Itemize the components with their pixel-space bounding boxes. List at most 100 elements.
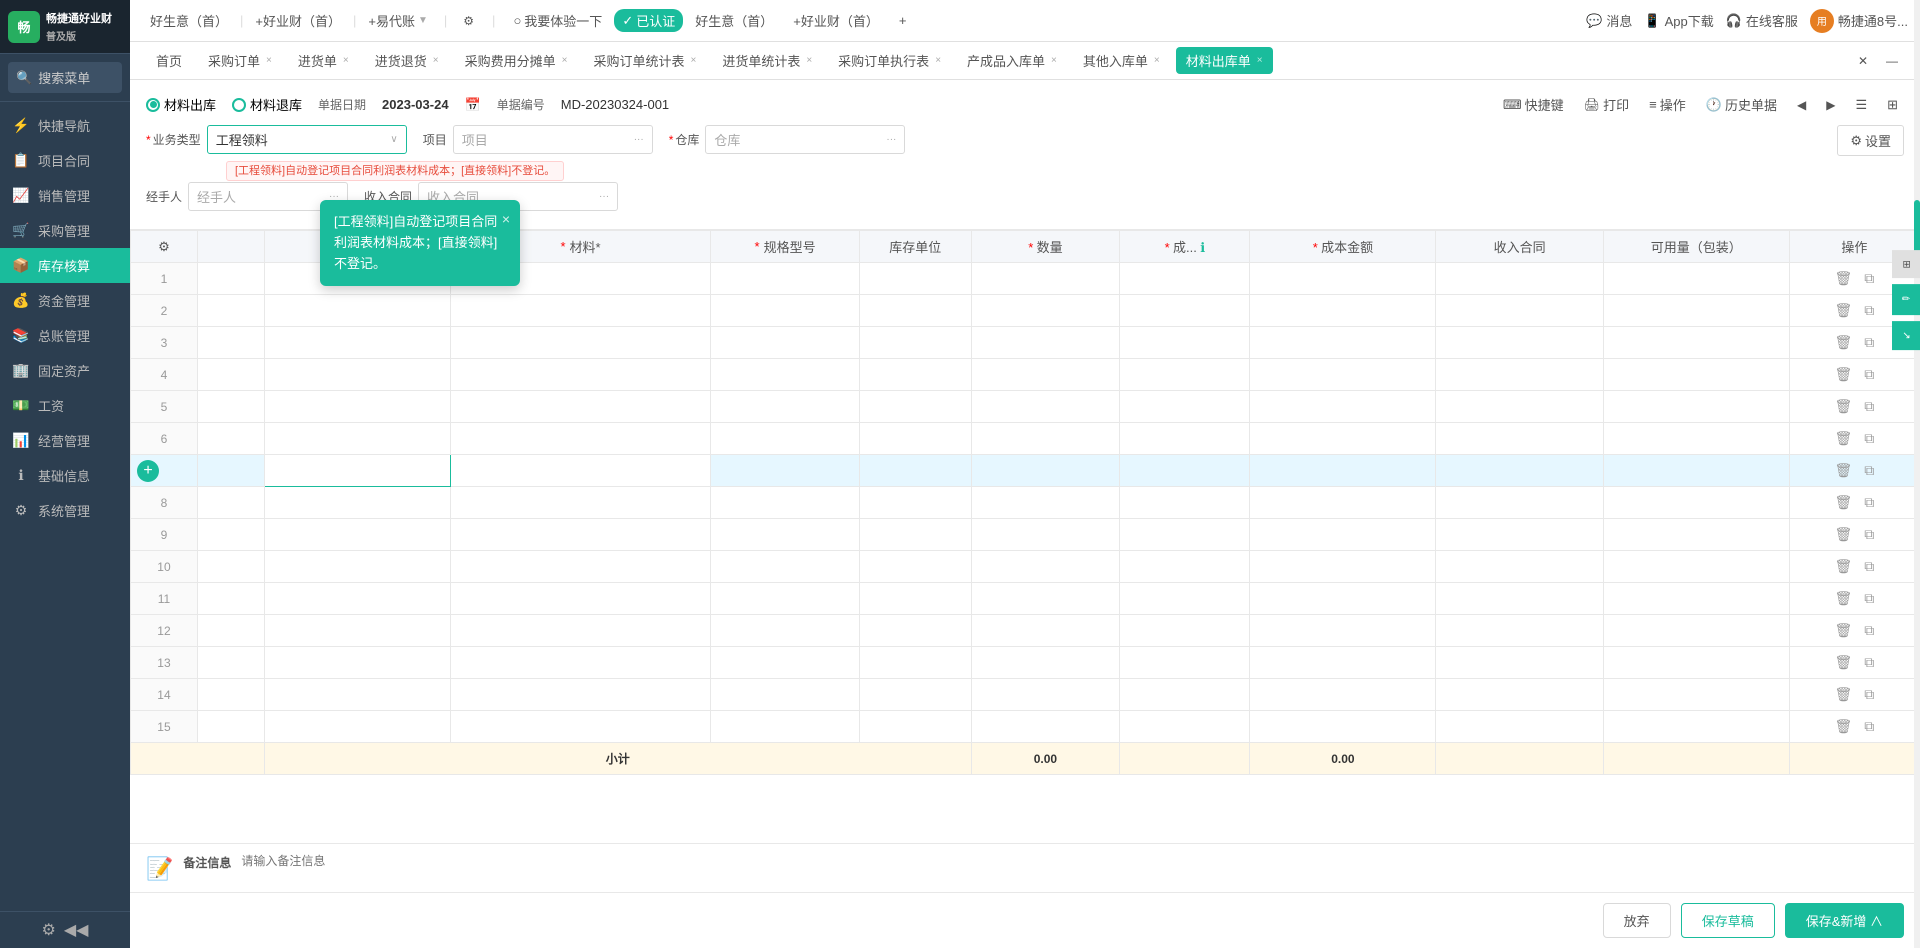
sidebar-item-inventory[interactable]: 📦 库存核算: [0, 248, 130, 283]
sidebar-item-assets[interactable]: 🏢 固定资产: [0, 353, 130, 388]
tab-purchase-stats[interactable]: 采购订单统计表 ×: [583, 47, 706, 74]
topnav-link-1[interactable]: +好业财（首）: [247, 7, 349, 34]
tooltip-close-button[interactable]: ×: [502, 208, 510, 230]
close-tab-1[interactable]: ×: [266, 55, 272, 66]
topnav-experience[interactable]: ○ 我要体验一下: [505, 7, 610, 34]
delete-row-4[interactable]: 🗑: [1830, 364, 1856, 385]
date-value[interactable]: 2023-03-24: [382, 97, 449, 112]
delete-row-12[interactable]: 🗑: [1830, 620, 1856, 641]
warehouse-input[interactable]: 仓库 ···: [705, 125, 905, 154]
th-settings[interactable]: ⚙: [131, 231, 198, 263]
radio-material-out[interactable]: 材料出库: [146, 95, 216, 114]
sidebar-item-base[interactable]: ℹ 基础信息: [0, 458, 130, 493]
topnav-link-2[interactable]: +易代账 ▼: [360, 7, 436, 34]
copy-row-10[interactable]: ⧉: [1860, 556, 1878, 577]
tab-goods-in[interactable]: 进货单 ×: [288, 47, 359, 74]
close-tab-10[interactable]: ×: [1257, 55, 1263, 66]
detail-view-button[interactable]: ⊞: [1881, 94, 1904, 116]
topnav-extra-0[interactable]: 好生意（首）: [687, 7, 781, 34]
copy-row-11[interactable]: ⧉: [1860, 588, 1878, 609]
prev-record-button[interactable]: ◀: [1791, 95, 1812, 115]
topnav-settings[interactable]: ⚙: [455, 10, 482, 32]
save-new-button[interactable]: 保存&新增 ∧: [1785, 903, 1904, 938]
business-type-select[interactable]: 工程领料 ∨: [207, 125, 407, 154]
delete-row-3[interactable]: 🗑: [1830, 332, 1856, 353]
right-float-btn-1[interactable]: ⊞: [1892, 250, 1920, 278]
save-draft-button[interactable]: 保存草稿: [1681, 903, 1775, 938]
copy-row-13[interactable]: ⧉: [1860, 652, 1878, 673]
delete-row-15[interactable]: 🗑: [1830, 716, 1856, 737]
delete-row-14[interactable]: 🗑: [1830, 684, 1856, 705]
copy-row-4[interactable]: ⧉: [1860, 364, 1878, 385]
close-tab-8[interactable]: ×: [1051, 55, 1057, 66]
close-tab-4[interactable]: ×: [562, 55, 568, 66]
print-button[interactable]: 🖨 打印: [1578, 92, 1636, 117]
next-record-button[interactable]: ▶: [1820, 95, 1841, 115]
sidebar-item-system[interactable]: ⚙ 系统管理: [0, 493, 130, 528]
search-menu-button[interactable]: 🔍 搜索菜单: [8, 62, 122, 93]
tab-home[interactable]: 首页: [146, 47, 192, 74]
delete-row-6[interactable]: 🗑: [1830, 428, 1856, 449]
close-tab-2[interactable]: ×: [343, 55, 349, 66]
tab-product-in[interactable]: 产成品入库单 ×: [957, 47, 1067, 74]
right-float-btn-2[interactable]: ✏: [1892, 285, 1920, 316]
topnav-user[interactable]: 用 畅捷通8号...: [1810, 9, 1908, 33]
delete-row-8[interactable]: 🗑: [1830, 492, 1856, 513]
topnav-extra-1[interactable]: +好业财（首）: [785, 7, 887, 34]
copy-row-2[interactable]: ⧉: [1860, 300, 1878, 321]
delete-row-13[interactable]: 🗑: [1830, 652, 1856, 673]
tab-material-out[interactable]: 材料出库单 ×: [1176, 47, 1273, 74]
operations-button[interactable]: ≡ 操作: [1643, 92, 1692, 117]
close-tab-9[interactable]: ×: [1154, 55, 1160, 66]
delete-row-5[interactable]: 🗑: [1830, 396, 1856, 417]
doc-settings-button[interactable]: ⚙ 设置: [1837, 125, 1904, 156]
tab-goods-return[interactable]: 进货退货 ×: [365, 47, 449, 74]
close-window-button[interactable]: ✕: [1852, 51, 1874, 71]
sidebar-item-purchase[interactable]: 🛒 采购管理: [0, 213, 130, 248]
collapse-sidebar-button[interactable]: ◀◀: [64, 920, 89, 940]
right-float-btn-3[interactable]: ↗: [1892, 322, 1920, 350]
close-tab-5[interactable]: ×: [690, 55, 696, 66]
minimize-window-button[interactable]: —: [1880, 51, 1904, 71]
topnav-online-service[interactable]: 🎧 在线客服: [1726, 11, 1798, 30]
topnav-message[interactable]: 💬 消息: [1586, 11, 1632, 30]
calendar-icon[interactable]: 📅: [465, 97, 481, 113]
close-tab-7[interactable]: ×: [935, 55, 941, 66]
copy-row-1[interactable]: ⧉: [1860, 268, 1878, 289]
copy-row-12[interactable]: ⧉: [1860, 620, 1878, 641]
topnav-app-download[interactable]: 📱 App下载: [1644, 11, 1713, 30]
delete-row-11[interactable]: 🗑: [1830, 588, 1856, 609]
copy-row-15[interactable]: ⧉: [1860, 716, 1878, 737]
delete-row-1[interactable]: 🗑: [1830, 268, 1856, 289]
copy-row-7[interactable]: ⧉: [1860, 460, 1878, 481]
sidebar-item-nav[interactable]: ⚡ 快捷导航: [0, 108, 130, 143]
tab-goods-stats[interactable]: 进货单统计表 ×: [712, 47, 822, 74]
settings-footer-button[interactable]: ⚙: [42, 920, 56, 940]
sidebar-item-finance[interactable]: 💰 资金管理: [0, 283, 130, 318]
tab-other-in[interactable]: 其他入库单 ×: [1073, 47, 1170, 74]
delete-row-10[interactable]: 🗑: [1830, 556, 1856, 577]
list-view-button[interactable]: ☰: [1849, 94, 1873, 116]
sidebar-item-sales[interactable]: 📈 销售管理: [0, 178, 130, 213]
sidebar-item-contract[interactable]: 📋 项目合同: [0, 143, 130, 178]
sidebar-item-ledger[interactable]: 📚 总账管理: [0, 318, 130, 353]
close-tab-3[interactable]: ×: [433, 55, 439, 66]
delete-row-2[interactable]: 🗑: [1830, 300, 1856, 321]
close-tab-6[interactable]: ×: [806, 55, 812, 66]
sidebar-item-management[interactable]: 📊 经营管理: [0, 423, 130, 458]
tab-purchase-order[interactable]: 采购订单 ×: [198, 47, 282, 74]
project-input[interactable]: 项目 ···: [453, 125, 653, 154]
add-row-button[interactable]: +: [137, 460, 159, 482]
scrollbar-track[interactable]: [1914, 0, 1920, 948]
radio-material-return[interactable]: 材料退库: [232, 95, 302, 114]
quick-key-button[interactable]: ⌨ 快捷键: [1497, 92, 1570, 117]
tab-purchase-fee[interactable]: 采购费用分摊单 ×: [455, 47, 578, 74]
delete-row-7[interactable]: 🗑: [1830, 460, 1856, 481]
history-button[interactable]: 🕐 历史单据: [1700, 92, 1783, 117]
copy-row-6[interactable]: ⧉: [1860, 428, 1878, 449]
copy-row-14[interactable]: ⧉: [1860, 684, 1878, 705]
delete-row-9[interactable]: 🗑: [1830, 524, 1856, 545]
copy-row-8[interactable]: ⧉: [1860, 492, 1878, 513]
copy-row-5[interactable]: ⧉: [1860, 396, 1878, 417]
tab-purchase-exec[interactable]: 采购订单执行表 ×: [828, 47, 951, 74]
